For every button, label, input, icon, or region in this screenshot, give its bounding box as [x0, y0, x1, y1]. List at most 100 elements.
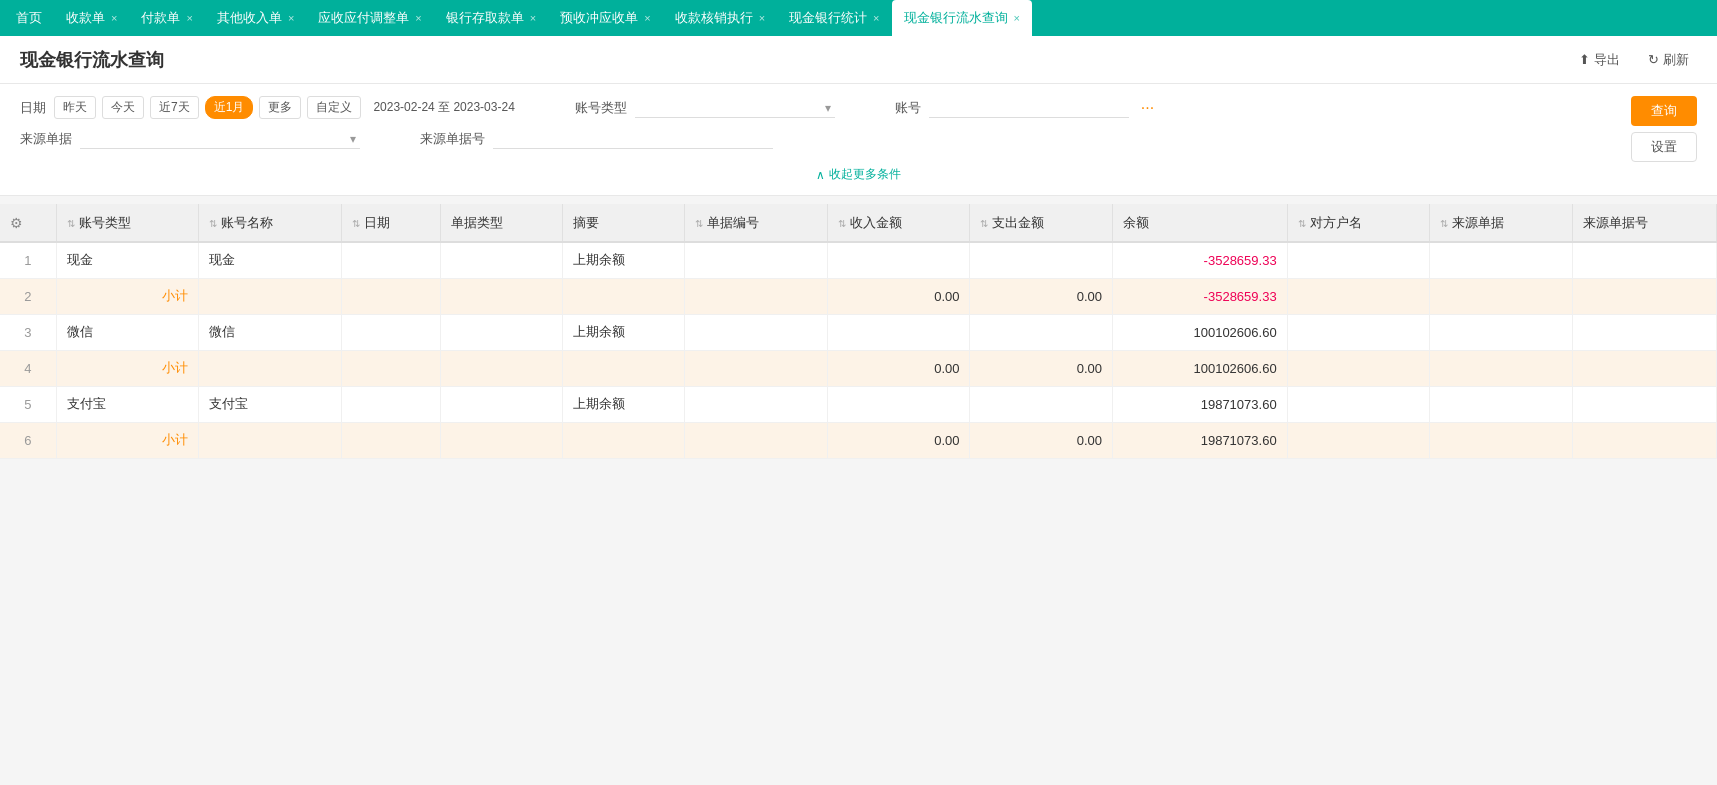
source-doc-label: 来源单据 — [20, 130, 72, 148]
cell-expense — [970, 386, 1113, 422]
account-type-select-wrapper: 现金 微信 支付宝 ▾ — [635, 98, 835, 118]
col-header-date[interactable]: ⇅日期 — [341, 204, 440, 242]
nav-item-其他收入单[interactable]: 其他收入单× — [205, 0, 306, 36]
nav-item-应收应付调整单[interactable]: 应收应付调整单× — [306, 0, 433, 36]
nav-item-现金银行统计[interactable]: 现金银行统计× — [777, 0, 891, 36]
cell-gear: 1 — [0, 242, 56, 278]
cell-summary: 上期余额 — [563, 314, 685, 350]
close-icon[interactable]: × — [644, 0, 650, 36]
nav-item-收款核销执行[interactable]: 收款核销执行× — [663, 0, 777, 36]
page-header: 现金银行流水查询 ⬆ 导出 ↻ 刷新 — [0, 36, 1717, 84]
refresh-icon: ↻ — [1648, 52, 1659, 67]
date-option-近1月[interactable]: 近1月 — [205, 96, 254, 119]
query-button[interactable]: 查询 — [1631, 96, 1697, 126]
table-container: ⚙⇅账号类型⇅账号名称⇅日期单据类型摘要⇅单据编号⇅收入金额⇅支出金额余额⇅对方… — [0, 204, 1717, 459]
cell-source_doc — [1430, 314, 1573, 350]
cell-counterpart — [1287, 422, 1430, 458]
nav-item-现金银行流水查询[interactable]: 现金银行流水查询× — [892, 0, 1032, 36]
col-header-account_name[interactable]: ⇅账号名称 — [199, 204, 342, 242]
filter-row-1: 日期 昨天今天近7天近1月更多自定义 2023-02-24 至 2023-03-… — [20, 96, 1611, 119]
col-header-balance: 余额 — [1112, 204, 1287, 242]
cell-summary — [563, 422, 685, 458]
sort-icon: ⇅ — [352, 218, 360, 229]
cell-expense: 0.00 — [970, 350, 1113, 386]
col-header-expense[interactable]: ⇅支出金额 — [970, 204, 1113, 242]
nav-item-付款单[interactable]: 付款单× — [129, 0, 204, 36]
cell-expense — [970, 242, 1113, 278]
table-body: 1现金现金上期余额-3528659.332小计0.000.00-3528659.… — [0, 242, 1717, 458]
col-header-income[interactable]: ⇅收入金额 — [827, 204, 970, 242]
cell-gear: 5 — [0, 386, 56, 422]
source-doc-select-wrapper: ▾ — [80, 129, 360, 149]
cell-source_doc_num — [1572, 386, 1716, 422]
table-row: 4小计0.000.00100102606.60 — [0, 350, 1717, 386]
col-header-source_doc[interactable]: ⇅来源单据 — [1430, 204, 1573, 242]
source-doc-num-input[interactable] — [493, 129, 773, 149]
collapse-bar[interactable]: ∧ 收起更多条件 — [20, 162, 1697, 183]
settings-button[interactable]: 设置 — [1631, 132, 1697, 162]
nav-item-银行存取款单[interactable]: 银行存取款单× — [434, 0, 548, 36]
close-icon[interactable]: × — [530, 0, 536, 36]
cell-income: 0.00 — [827, 350, 970, 386]
cell-gear: 2 — [0, 278, 56, 314]
col-header-counterpart[interactable]: ⇅对方户名 — [1287, 204, 1430, 242]
sort-icon: ⇅ — [980, 218, 988, 229]
close-icon[interactable]: × — [186, 0, 192, 36]
col-header-summary: 摘要 — [563, 204, 685, 242]
date-option-今天[interactable]: 今天 — [102, 96, 144, 119]
cell-date — [341, 278, 440, 314]
date-option-昨天[interactable]: 昨天 — [54, 96, 96, 119]
cell-date — [341, 350, 440, 386]
cell-doc_num — [685, 242, 828, 278]
sort-icon: ⇅ — [209, 218, 217, 229]
cell-account_name — [199, 350, 342, 386]
page-title: 现金银行流水查询 — [20, 48, 164, 72]
sort-icon: ⇅ — [695, 218, 703, 229]
close-icon[interactable]: × — [873, 0, 879, 36]
cell-source_doc_num — [1572, 422, 1716, 458]
cell-source_doc — [1430, 278, 1573, 314]
date-option-近7天[interactable]: 近7天 — [150, 96, 199, 119]
cell-source_doc_num — [1572, 278, 1716, 314]
close-icon[interactable]: × — [111, 0, 117, 36]
account-more-button[interactable]: ··· — [1141, 99, 1154, 117]
gear-icon[interactable]: ⚙ — [10, 215, 23, 231]
cell-gear: 3 — [0, 314, 56, 350]
source-doc-select[interactable] — [80, 129, 360, 149]
cell-income — [827, 386, 970, 422]
cell-doc_type — [440, 350, 562, 386]
close-icon[interactable]: × — [759, 0, 765, 36]
col-header-doc_num[interactable]: ⇅单据编号 — [685, 204, 828, 242]
table-row: 5支付宝支付宝上期余额19871073.60 — [0, 386, 1717, 422]
date-label: 日期 — [20, 99, 46, 117]
cell-account_name: 微信 — [199, 314, 342, 350]
date-option-更多[interactable]: 更多 — [259, 96, 301, 119]
cell-balance: -3528659.33 — [1112, 242, 1287, 278]
cell-source_doc_num — [1572, 242, 1716, 278]
cell-source_doc_num — [1572, 350, 1716, 386]
close-icon[interactable]: × — [1014, 0, 1020, 36]
cell-source_doc_num — [1572, 314, 1716, 350]
table-row: 1现金现金上期余额-3528659.33 — [0, 242, 1717, 278]
date-option-自定义[interactable]: 自定义 — [307, 96, 361, 119]
cell-counterpart — [1287, 314, 1430, 350]
refresh-button[interactable]: ↻ 刷新 — [1640, 47, 1697, 73]
export-button[interactable]: ⬆ 导出 — [1571, 47, 1628, 73]
cell-account_type: 小计 — [56, 278, 199, 314]
cell-summary — [563, 278, 685, 314]
account-type-select[interactable]: 现金 微信 支付宝 — [635, 98, 835, 118]
header-actions: ⬆ 导出 ↻ 刷新 — [1571, 47, 1697, 73]
close-icon[interactable]: × — [415, 0, 421, 36]
cell-date — [341, 314, 440, 350]
cell-account_type: 小计 — [56, 422, 199, 458]
table-header-row: ⚙⇅账号类型⇅账号名称⇅日期单据类型摘要⇅单据编号⇅收入金额⇅支出金额余额⇅对方… — [0, 204, 1717, 242]
col-header-account_type[interactable]: ⇅账号类型 — [56, 204, 199, 242]
cell-income — [827, 314, 970, 350]
nav-item-首页[interactable]: 首页 — [4, 0, 54, 36]
filter-buttons: 查询 设置 — [1631, 96, 1697, 162]
close-icon[interactable]: × — [288, 0, 294, 36]
account-input[interactable] — [929, 98, 1129, 118]
nav-item-收款单[interactable]: 收款单× — [54, 0, 129, 36]
col-header-source_doc_num: 来源单据号 — [1572, 204, 1716, 242]
nav-item-预收冲应收单[interactable]: 预收冲应收单× — [548, 0, 662, 36]
